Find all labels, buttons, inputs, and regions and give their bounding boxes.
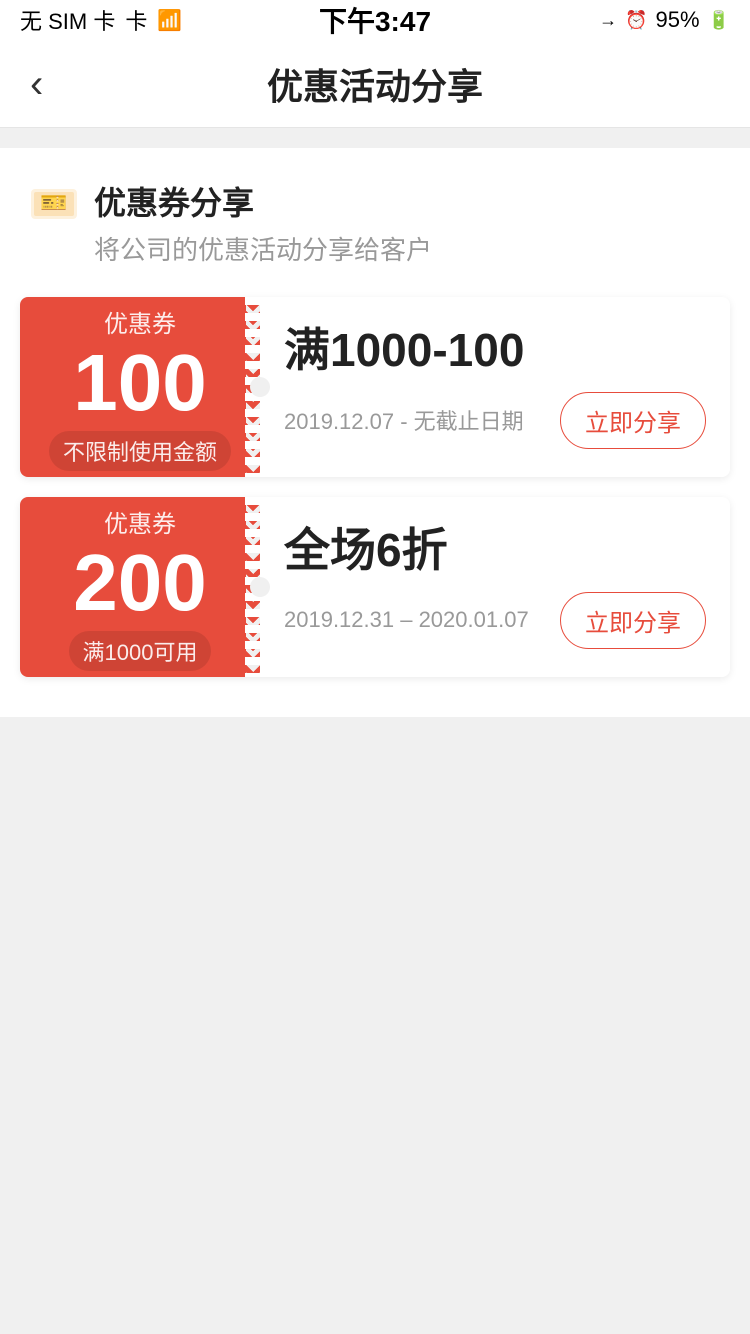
status-time: 下午3:47 bbox=[319, 0, 431, 40]
svg-text:🎫: 🎫 bbox=[40, 190, 67, 215]
coupon-amount-1: 100 bbox=[73, 343, 206, 423]
coupon-right-2: 全场6折 2019.12.31 – 2020.01.07 立即分享 bbox=[260, 497, 730, 677]
coupon-label-1: 优惠券 bbox=[104, 304, 176, 339]
nav-bar: ‹ 优惠活动分享 bbox=[0, 40, 750, 128]
share-button-2[interactable]: 立即分享 bbox=[560, 592, 706, 649]
bottom-area bbox=[0, 717, 750, 1217]
page-title: 优惠活动分享 bbox=[267, 58, 483, 110]
coupon-date-1: 2019.12.07 - 无截止日期 bbox=[284, 404, 524, 436]
section-gap bbox=[0, 128, 750, 148]
battery-text: 95% bbox=[656, 7, 700, 33]
coupon-bottom-row-1: 2019.12.07 - 无截止日期 立即分享 bbox=[284, 392, 706, 449]
coupon-bottom-row-2: 2019.12.31 – 2020.01.07 立即分享 bbox=[284, 592, 706, 649]
location-icon: → bbox=[599, 10, 617, 31]
section-text-group: 优惠券分享 将公司的优惠活动分享给客户 bbox=[94, 178, 432, 267]
coupon-name-2: 全场6折 bbox=[284, 525, 706, 576]
carrier-text: 无 SIM 卡 bbox=[20, 4, 115, 36]
wifi-icon: 📶 bbox=[157, 8, 182, 33]
section-subtitle: 将公司的优惠活动分享给客户 bbox=[94, 230, 432, 267]
status-left: 无 SIM 卡 卡 📶 bbox=[20, 4, 182, 36]
coupon-left-1: 优惠券 100 不限制使用金额 bbox=[20, 297, 260, 477]
coupon-name-1: 满1000-100 bbox=[284, 325, 706, 376]
coupon-label-2: 优惠券 bbox=[104, 504, 176, 539]
coupon-condition-2: 满1000可用 bbox=[69, 631, 212, 671]
coupon-list: 优惠券 100 不限制使用金额 满1000-100 2019.12.07 - 无… bbox=[0, 287, 750, 717]
zigzag-2 bbox=[246, 497, 260, 677]
coupon-condition-1: 不限制使用金额 bbox=[49, 431, 231, 471]
coupon-share-icon: 🎫 bbox=[30, 180, 78, 228]
status-bar: 无 SIM 卡 卡 📶 下午3:47 → ⏰ 95% 🔋 bbox=[0, 0, 750, 40]
carrier-card: 卡 bbox=[125, 4, 147, 36]
section-header: 🎫 优惠券分享 将公司的优惠活动分享给客户 bbox=[0, 148, 750, 287]
share-button-1[interactable]: 立即分享 bbox=[560, 392, 706, 449]
status-right: → ⏰ 95% 🔋 bbox=[599, 7, 730, 33]
section-title: 优惠券分享 bbox=[94, 178, 432, 224]
battery-icon: 🔋 bbox=[708, 10, 730, 31]
zigzag-1 bbox=[246, 297, 260, 477]
coupon-amount-2: 200 bbox=[73, 543, 206, 623]
back-button[interactable]: ‹ bbox=[30, 64, 43, 104]
coupon-right-1: 满1000-100 2019.12.07 - 无截止日期 立即分享 bbox=[260, 297, 730, 477]
coupon-card-2: 优惠券 200 满1000可用 全场6折 2019.12.31 – 2020.0… bbox=[20, 497, 730, 677]
alarm-icon: ⏰ bbox=[625, 10, 647, 31]
coupon-date-2: 2019.12.31 – 2020.01.07 bbox=[284, 607, 529, 633]
coupon-card: 优惠券 100 不限制使用金额 满1000-100 2019.12.07 - 无… bbox=[20, 297, 730, 477]
coupon-left-2: 优惠券 200 满1000可用 bbox=[20, 497, 260, 677]
